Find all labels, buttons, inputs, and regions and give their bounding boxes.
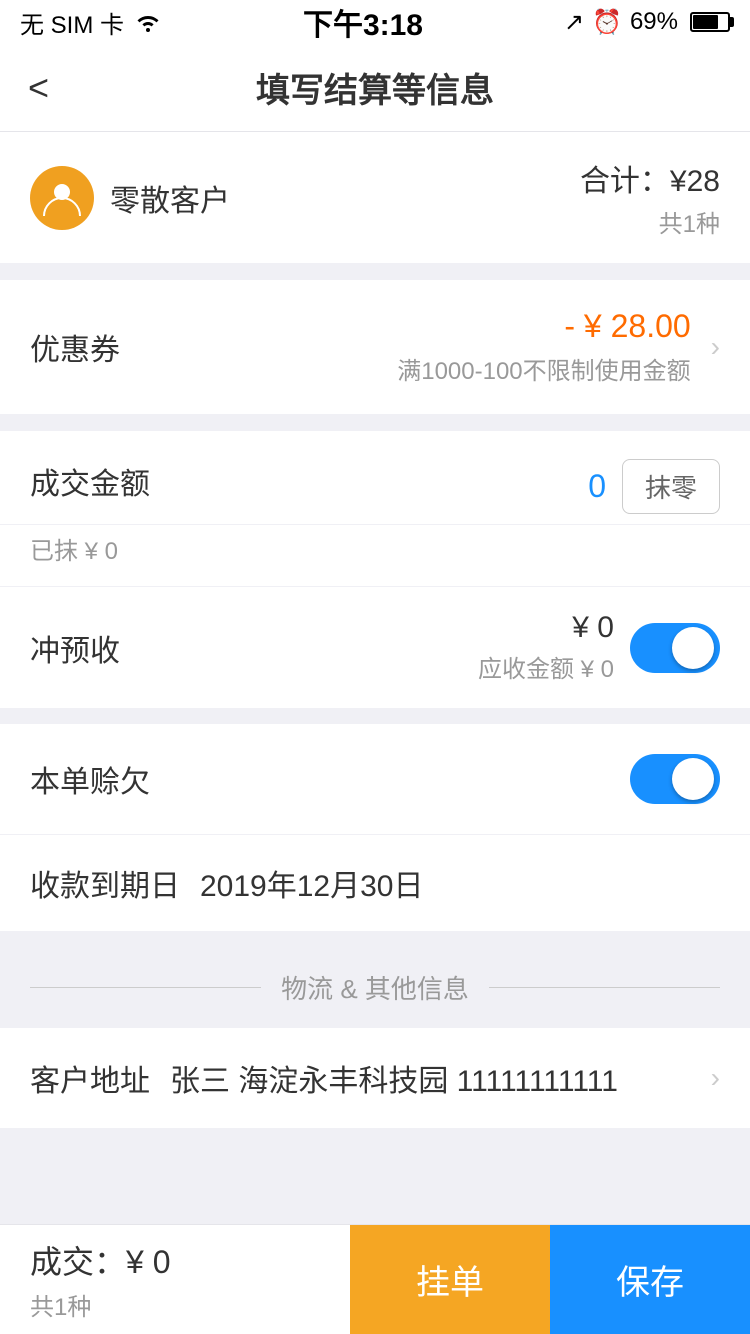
back-button[interactable]: < — [28, 67, 49, 109]
precollect-bottom-amount: 应收金额 ¥ 0 — [478, 649, 614, 684]
divider-line-right — [489, 987, 720, 988]
coupon-right-col: - ¥ 28.00 满1000-100不限制使用金额 — [397, 308, 690, 386]
divider-1 — [0, 264, 750, 280]
alarm-icon: ⏰ — [592, 8, 622, 37]
logistics-header: 物流 & 其他信息 — [0, 947, 750, 1028]
bottom-deal-amount: ¥ 0 — [126, 1244, 170, 1280]
bottom-count: 共1种 — [30, 1287, 320, 1322]
bottom-summary: 成交：¥ 0 共1种 — [0, 1237, 350, 1322]
save-button[interactable]: 保存 — [550, 1225, 750, 1334]
status-right: ↗ ⏰ 69% — [564, 8, 730, 37]
precollect-row: 冲预收 ¥ 0 应收金额 ¥ 0 — [0, 586, 750, 708]
due-date-label: 收款到期日 — [30, 861, 180, 905]
total-amount: 合计：¥28 — [580, 156, 720, 200]
customer-left: 零散客户 — [30, 166, 230, 230]
bottom-deal-label: 成交： — [30, 1244, 126, 1280]
due-date-value[interactable]: 2019年12月30日 — [200, 861, 423, 905]
location-icon: ↗ — [564, 8, 584, 37]
coupon-right: - ¥ 28.00 满1000-100不限制使用金额 › — [397, 308, 720, 386]
logistics-label: 物流 & 其他信息 — [281, 969, 469, 1006]
precollect-toggle[interactable] — [630, 623, 720, 673]
wifi-icon — [134, 12, 162, 32]
coupon-desc: 满1000-100不限制使用金额 — [397, 351, 690, 386]
divider-line-left — [30, 987, 261, 988]
status-left: 无 SIM 卡 — [20, 5, 162, 40]
address-value: 张三 海淀永丰科技园 11111111111 — [170, 1056, 703, 1100]
sim-indicator: 无 SIM 卡 — [20, 5, 124, 40]
precollect-top-amount: ¥ 0 — [478, 611, 614, 645]
due-date-row: 收款到期日 2019年12月30日 — [0, 834, 750, 931]
nav-bar: < 填写结算等信息 — [0, 44, 750, 132]
hang-button[interactable]: 挂单 — [350, 1225, 550, 1334]
round-button[interactable]: 抹零 — [622, 459, 720, 514]
deal-input-area: 0 抹零 — [588, 459, 720, 514]
coupon-chevron: › — [711, 331, 720, 363]
deal-amount-row: 成交金额 0 抹零 — [0, 431, 750, 525]
precollect-amounts: ¥ 0 应收金额 ¥ 0 — [478, 611, 614, 684]
debt-toggle[interactable] — [630, 754, 720, 804]
coupon-row[interactable]: 优惠券 - ¥ 28.00 满1000-100不限制使用金额 › — [0, 280, 750, 415]
status-time: 下午3:18 — [303, 0, 423, 44]
precollect-label: 冲预收 — [30, 626, 120, 670]
divider-2 — [0, 415, 750, 431]
customer-row: 零散客户 合计：¥28 共1种 — [0, 132, 750, 263]
total-count: 共1种 — [580, 204, 720, 239]
deal-sub-text: 已抹 ¥ 0 — [0, 525, 750, 586]
bottom-deal-row: 成交：¥ 0 — [30, 1237, 320, 1283]
main-content: 零散客户 合计：¥28 共1种 优惠券 - ¥ 28.00 满1000-100不… — [0, 132, 750, 1239]
page-title: 填写结算等信息 — [256, 63, 494, 112]
bottom-bar: 成交：¥ 0 共1种 挂单 保存 — [0, 1224, 750, 1334]
deal-amount-label: 成交金额 — [30, 459, 150, 503]
coupon-amount: - ¥ 28.00 — [397, 308, 690, 345]
deal-value[interactable]: 0 — [588, 468, 606, 505]
debt-toggle-knob — [672, 758, 714, 800]
coupon-label: 优惠券 — [30, 325, 120, 369]
customer-name: 零散客户 — [110, 176, 230, 220]
debt-row: 本单赊欠 — [0, 724, 750, 834]
toggle-knob — [672, 627, 714, 669]
precollect-right: ¥ 0 应收金额 ¥ 0 — [478, 611, 720, 684]
divider-3 — [0, 708, 750, 724]
customer-section: 零散客户 合计：¥28 共1种 — [0, 132, 750, 264]
address-label: 客户地址 — [30, 1056, 150, 1100]
battery-percent: 69% — [630, 8, 678, 36]
customer-total: 合计：¥28 共1种 — [580, 156, 720, 239]
address-chevron: › — [711, 1062, 720, 1094]
address-row[interactable]: 客户地址 张三 海淀永丰科技园 11111111111 › — [0, 1028, 750, 1129]
debt-label: 本单赊欠 — [30, 757, 150, 801]
divider-4 — [0, 931, 750, 947]
avatar — [30, 166, 94, 230]
status-bar: 无 SIM 卡 下午3:18 ↗ ⏰ 69% — [0, 0, 750, 44]
battery-icon — [690, 12, 730, 32]
